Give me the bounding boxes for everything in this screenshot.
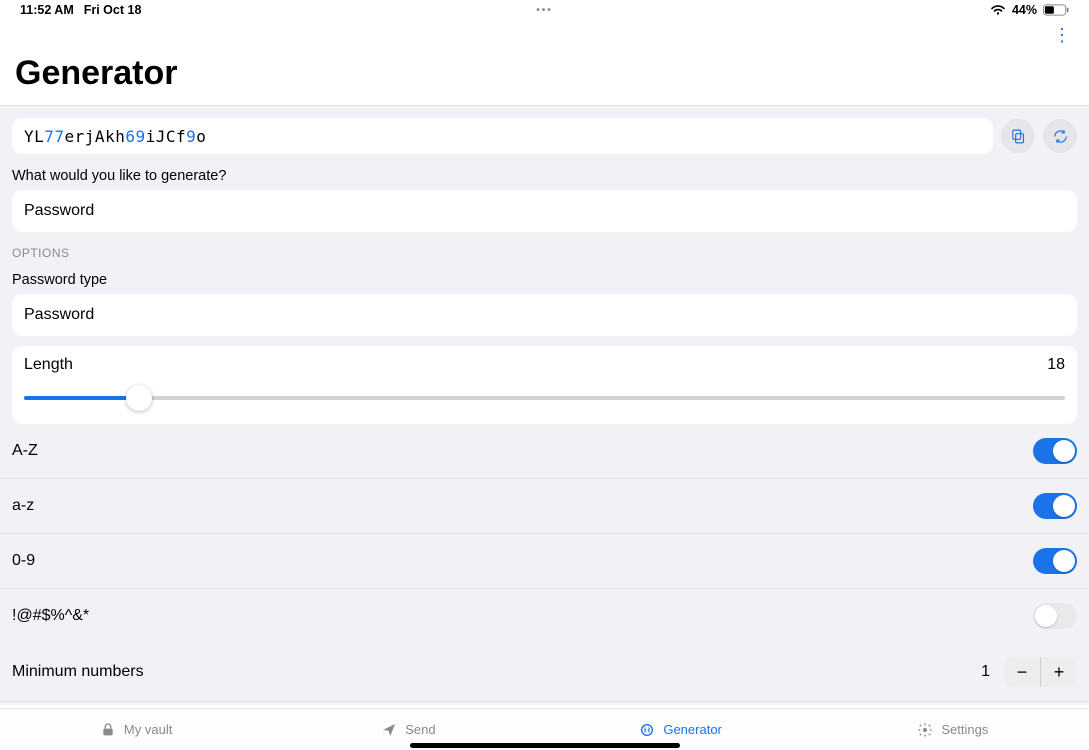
- regenerate-button[interactable]: [1043, 119, 1077, 153]
- toggle-label: !@#$%^&*: [12, 607, 89, 625]
- generate-what-label: What would you like to generate?: [0, 162, 1089, 190]
- toggle-row-az: a-z: [0, 479, 1089, 534]
- toggle-switch[interactable]: [1033, 603, 1077, 629]
- minimum-special-row: Minimum special 1 − +: [0, 702, 1089, 705]
- length-label: Length: [24, 356, 73, 374]
- toggle-label: 0-9: [12, 552, 35, 570]
- battery-percent: 44%: [1012, 3, 1037, 17]
- password-type-label: Password type: [0, 266, 1089, 294]
- status-date: Fri Oct 18: [84, 3, 142, 17]
- content-area: YL77erjAkh69iJCf9o What would you like t…: [0, 105, 1089, 705]
- wifi-icon: [990, 3, 1006, 18]
- home-indicator[interactable]: [410, 743, 680, 748]
- min-numbers-label: Minimum numbers: [12, 663, 144, 681]
- more-menu-icon[interactable]: ⋮: [1053, 26, 1071, 44]
- min-numbers-increment[interactable]: +: [1041, 657, 1077, 687]
- tab-label: My vault: [124, 722, 172, 737]
- length-slider[interactable]: [24, 390, 1065, 406]
- send-icon: [381, 722, 397, 738]
- generated-password-output: YL77erjAkh69iJCf9o: [12, 118, 993, 154]
- min-numbers-stepper: − +: [1004, 657, 1077, 687]
- status-bar: 11:52 AM Fri Oct 18 ••• 44%: [0, 0, 1089, 20]
- toggle-switch[interactable]: [1033, 493, 1077, 519]
- gear-icon: [917, 722, 933, 738]
- toggle-row-: !@#$%^&*: [0, 589, 1089, 643]
- tab-bar: My vault Send Generator Settings: [0, 708, 1089, 750]
- min-numbers-value: 1: [981, 663, 990, 681]
- generator-icon: [639, 722, 655, 738]
- toggle-switch[interactable]: [1033, 548, 1077, 574]
- password-type-selector[interactable]: Password: [12, 294, 1077, 336]
- tab-my-vault[interactable]: My vault: [0, 709, 272, 750]
- copy-button[interactable]: [1001, 119, 1035, 153]
- tab-label: Send: [405, 722, 435, 737]
- tab-settings[interactable]: Settings: [817, 709, 1089, 750]
- toggle-row-09: 0-9: [0, 534, 1089, 589]
- options-section-label: OPTIONS: [0, 232, 1089, 266]
- length-value: 18: [1047, 356, 1065, 374]
- toggle-switch[interactable]: [1033, 438, 1077, 464]
- copy-icon: [1010, 128, 1027, 145]
- tab-label: Settings: [941, 722, 988, 737]
- refresh-icon: [1052, 128, 1069, 145]
- length-card: Length 18: [12, 346, 1077, 424]
- toggle-label: a-z: [12, 497, 34, 515]
- page-title: Generator: [0, 50, 1089, 105]
- tab-label: Generator: [663, 722, 722, 737]
- battery-icon: [1043, 4, 1069, 16]
- toggle-row-az: A-Z: [0, 424, 1089, 479]
- lock-icon: [100, 722, 116, 738]
- top-actions: ⋮: [0, 20, 1089, 50]
- minimum-numbers-row: Minimum numbers 1 − +: [0, 643, 1089, 702]
- min-numbers-decrement[interactable]: −: [1004, 657, 1040, 687]
- multitask-dots-icon: •••: [536, 5, 553, 16]
- toggle-label: A-Z: [12, 442, 38, 460]
- status-time: 11:52 AM: [20, 3, 74, 17]
- generate-what-selector[interactable]: Password: [12, 190, 1077, 232]
